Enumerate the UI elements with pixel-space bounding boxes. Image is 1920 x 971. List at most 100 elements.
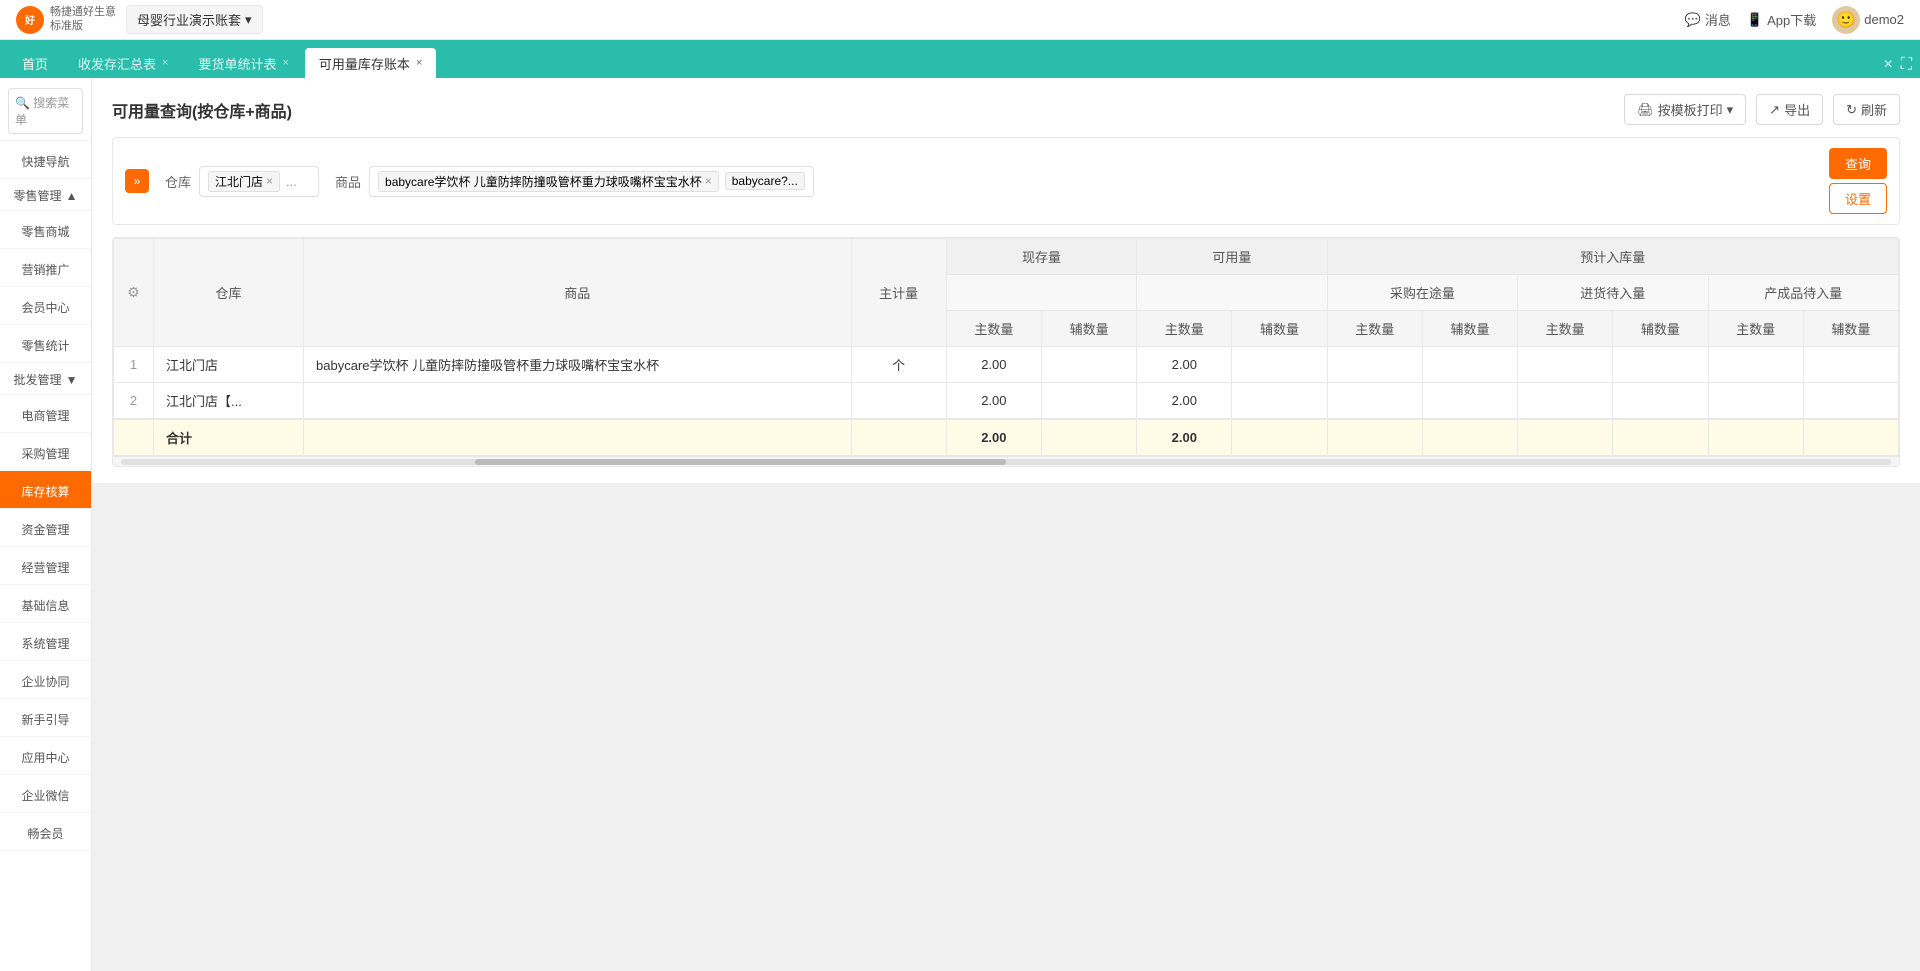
sidebar-item-member-center[interactable]: 会员中心 bbox=[0, 287, 91, 325]
row-1-warehouse: 江北门店 bbox=[154, 347, 304, 383]
message-icon: 💬 bbox=[1685, 12, 1701, 28]
sidebar-item-enterprise-wechat[interactable]: 企业微信 bbox=[0, 775, 91, 813]
close-tab-available-stock[interactable]: × bbox=[416, 57, 422, 69]
sidebar-item-new-guide[interactable]: 新手引导 bbox=[0, 699, 91, 737]
page-header: 可用量查询(按仓库+商品) 🖨 按模板打印 ▾ ↗ 导出 ↻ bbox=[112, 94, 1900, 125]
filter-toggle-button[interactable]: » bbox=[125, 169, 149, 193]
sidebar-item-system-mgmt[interactable]: 系统管理 bbox=[0, 623, 91, 661]
finished-main-qty-header: 主数量 bbox=[1708, 311, 1803, 347]
sidebar-item-basic-info[interactable]: 基础信息 bbox=[0, 585, 91, 623]
fullscreen-button[interactable]: ⛶ bbox=[1901, 56, 1912, 74]
row-2-incoming-main bbox=[1518, 383, 1613, 420]
table-footer-row: 合计 2.00 2.00 bbox=[114, 419, 1899, 456]
row-2-purchase-main bbox=[1327, 383, 1422, 420]
refresh-button[interactable]: ↻ 刷新 bbox=[1833, 94, 1900, 125]
phone-icon: 📱 bbox=[1747, 12, 1763, 28]
message-button[interactable]: 💬 消息 bbox=[1685, 10, 1731, 29]
top-bar-left: 好 畅捷通好生意 标准版 母婴行业演示账套 ▾ bbox=[16, 5, 263, 34]
incoming-pending-subheader: 进货待入量 bbox=[1518, 275, 1708, 311]
row-1-purchase-main bbox=[1327, 347, 1422, 383]
data-table: ⚙ 仓库 商品 主计量 现存量 可用量 预计入库量 bbox=[113, 238, 1899, 456]
row-1-purchase-aux bbox=[1422, 347, 1517, 383]
filter-bar: » 仓库 江北门店 × ... 商品 bbox=[112, 137, 1900, 225]
current-aux-qty-header: 辅数量 bbox=[1041, 311, 1136, 347]
row-1-incoming-main bbox=[1518, 347, 1613, 383]
table-row: 2 江北门店【... 2.00 2.00 bbox=[114, 383, 1899, 420]
remove-warehouse-tag[interactable]: × bbox=[266, 174, 273, 188]
row-2-product bbox=[304, 383, 852, 420]
scroll-track[interactable] bbox=[121, 459, 1891, 465]
purchase-main-qty-header: 主数量 bbox=[1327, 311, 1422, 347]
page-content: 可用量查询(按仓库+商品) 🖨 按模板打印 ▾ ↗ 导出 ↻ bbox=[92, 78, 1920, 971]
setting-button[interactable]: 设置 bbox=[1829, 183, 1887, 214]
row-2-warehouse: 江北门店【... bbox=[154, 383, 304, 420]
sidebar-search-area: 🔍 搜索菜单 bbox=[0, 78, 91, 141]
sidebar-item-app-center[interactable]: 应用中心 bbox=[0, 737, 91, 775]
top-bar-right: 💬 消息 📱 App下载 🙂 demo2 bbox=[1685, 6, 1904, 34]
avatar: 🙂 bbox=[1832, 6, 1860, 34]
product-tag-1: babycare学饮杯 儿童防摔防撞吸管杯重力球吸嘴杯宝宝水杯 × bbox=[378, 171, 719, 192]
sidebar-item-retail-stat[interactable]: 零售统计 bbox=[0, 325, 91, 363]
close-tab-order-stat[interactable]: × bbox=[282, 57, 288, 69]
warehouse-input[interactable]: 江北门店 × ... bbox=[199, 166, 319, 197]
tab-receive-summary[interactable]: 收发存汇总表 × bbox=[64, 48, 182, 78]
sidebar-item-quick-nav[interactable]: 快捷导航 bbox=[0, 141, 91, 179]
chevron-down-icon: ▼ bbox=[66, 373, 78, 387]
row-1-unit: 个 bbox=[851, 347, 946, 383]
close-tab-receive-summary[interactable]: × bbox=[162, 57, 168, 69]
tab-order-stat[interactable]: 要货单统计表 × bbox=[184, 48, 302, 78]
scroll-thumb[interactable] bbox=[475, 459, 1006, 465]
incoming-main-qty-header: 主数量 bbox=[1518, 311, 1613, 347]
industry-selector[interactable]: 母婴行业演示账套 ▾ bbox=[126, 5, 263, 34]
row-2-current-aux bbox=[1041, 383, 1136, 420]
sidebar-item-enterprise-collab[interactable]: 企业协同 bbox=[0, 661, 91, 699]
row-1-available-main: 2.00 bbox=[1137, 347, 1232, 383]
row-1-index: 1 bbox=[114, 347, 154, 383]
export-button[interactable]: ↗ 导出 bbox=[1756, 94, 1823, 125]
finished-pending-subheader: 产成品待入量 bbox=[1708, 275, 1899, 311]
table-scroll-bar bbox=[113, 456, 1899, 466]
app-download-button[interactable]: 📱 App下载 bbox=[1747, 10, 1816, 29]
logo-area: 好 畅捷通好生意 标准版 bbox=[16, 6, 116, 34]
footer-label: 合计 bbox=[154, 419, 304, 456]
row-2-incoming-aux bbox=[1613, 383, 1708, 420]
sidebar-item-inventory-check[interactable]: 库存核算 bbox=[0, 471, 91, 509]
product-input[interactable]: babycare学饮杯 儿童防摔防撞吸管杯重力球吸嘴杯宝宝水杯 × babyca… bbox=[369, 166, 814, 197]
nav-controls: × ⛶ bbox=[1883, 56, 1912, 78]
sidebar-item-purchase-mgmt[interactable]: 采购管理 bbox=[0, 433, 91, 471]
query-button[interactable]: 查询 bbox=[1829, 148, 1887, 179]
table-settings-icon[interactable]: ⚙ bbox=[127, 284, 140, 300]
sidebar-item-retail-mgmt[interactable]: 零售管理 ▲ bbox=[0, 179, 91, 211]
planned-inbound-group-header: 预计入库量 bbox=[1327, 239, 1898, 275]
page-title: 可用量查询(按仓库+商品) bbox=[112, 98, 292, 122]
sidebar-item-wholesale-mgmt[interactable]: 批发管理 ▼ bbox=[0, 363, 91, 395]
sidebar-item-member-vip[interactable]: 畅会员 bbox=[0, 813, 91, 851]
close-all-tabs-button[interactable]: × bbox=[1883, 56, 1892, 74]
top-bar: 好 畅捷通好生意 标准版 母婴行业演示账套 ▾ 💬 消息 📱 App下载 🙂 d… bbox=[0, 0, 1920, 40]
tab-home[interactable]: 首页 bbox=[8, 48, 62, 78]
main-layout: 🔍 搜索菜单 快捷导航 零售管理 ▲ 零售商城 营销推广 会员中心 零售统计 批… bbox=[0, 78, 1920, 971]
sidebar-item-ecommerce-mgmt[interactable]: 电商管理 bbox=[0, 395, 91, 433]
filter-actions: 查询 设置 bbox=[1829, 148, 1887, 214]
logo-text: 畅捷通好生意 标准版 bbox=[50, 6, 116, 32]
sidebar-search-button[interactable]: 🔍 搜索菜单 bbox=[8, 88, 83, 134]
sidebar-item-retail-mall[interactable]: 零售商城 bbox=[0, 211, 91, 249]
refresh-icon: ↻ bbox=[1846, 102, 1857, 118]
tab-available-stock[interactable]: 可用量库存账本 × bbox=[305, 48, 436, 78]
row-1-finished-aux bbox=[1803, 347, 1898, 383]
finished-aux-qty-header: 辅数量 bbox=[1803, 311, 1898, 347]
remove-product-tag-1[interactable]: × bbox=[705, 174, 712, 188]
print-template-button[interactable]: 🖨 按模板打印 ▾ bbox=[1624, 94, 1746, 125]
row-1-available-aux bbox=[1232, 347, 1327, 383]
sidebar-item-operation-mgmt[interactable]: 经营管理 bbox=[0, 547, 91, 585]
sidebar-item-marketing[interactable]: 营销推广 bbox=[0, 249, 91, 287]
warehouse-filter-group: 仓库 江北门店 × ... bbox=[165, 166, 319, 197]
available-aux-qty-header: 辅数量 bbox=[1232, 311, 1327, 347]
user-menu[interactable]: 🙂 demo2 bbox=[1832, 6, 1904, 34]
row-2-purchase-aux bbox=[1422, 383, 1517, 420]
chevron-down-icon: ▾ bbox=[1727, 102, 1734, 118]
more-indicator[interactable]: ... bbox=[286, 174, 297, 189]
chevron-down-icon: ▾ bbox=[245, 12, 252, 28]
sidebar-item-finance-mgmt[interactable]: 资金管理 bbox=[0, 509, 91, 547]
print-icon: 🖨 bbox=[1637, 102, 1654, 118]
